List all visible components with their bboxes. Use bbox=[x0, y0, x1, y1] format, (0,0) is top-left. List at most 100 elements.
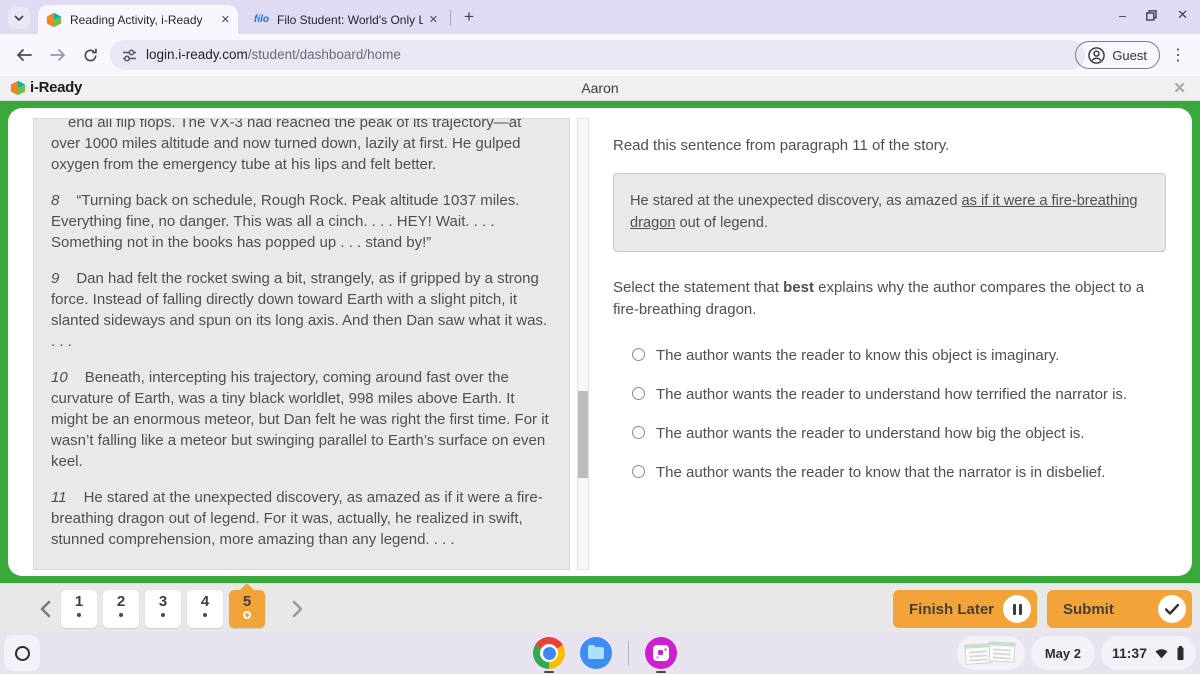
tune-icon[interactable] bbox=[122, 48, 137, 63]
person-icon bbox=[1088, 46, 1106, 64]
browser-menu-button[interactable]: ⋮ bbox=[1168, 42, 1188, 68]
page-dot bbox=[203, 612, 207, 617]
activity-close-icon[interactable]: ✕ bbox=[1173, 79, 1186, 97]
date-pill[interactable]: May 2 bbox=[1030, 636, 1095, 670]
radio-button[interactable] bbox=[632, 387, 645, 400]
next-page-button[interactable] bbox=[284, 594, 310, 624]
story-paragraph: end all flip flops. The VX-3 had reached… bbox=[51, 118, 552, 175]
quote-text: out of legend. bbox=[675, 214, 768, 231]
paragraph-number: 10 bbox=[51, 369, 68, 386]
chevron-down-icon bbox=[14, 15, 24, 21]
guest-label: Guest bbox=[1112, 47, 1147, 63]
action-buttons: Finish Later Submit bbox=[893, 590, 1192, 628]
activity-card: end all flip flops. The VX-3 had reached… bbox=[8, 108, 1192, 576]
chrome-app-button[interactable] bbox=[533, 637, 565, 673]
paragraph-number: 9 bbox=[51, 270, 60, 287]
status-area: May 2 11:37 bbox=[956, 636, 1196, 670]
tab-search-button[interactable] bbox=[8, 7, 30, 29]
radio-button[interactable] bbox=[632, 348, 645, 361]
browser-toolbar: login.i-ready.com/student/dashboard/home… bbox=[0, 34, 1200, 76]
story-panel[interactable]: end all flip flops. The VX-3 had reached… bbox=[33, 118, 570, 570]
gallery-app-button[interactable] bbox=[645, 637, 677, 673]
reload-button[interactable] bbox=[78, 43, 102, 67]
chevron-right-icon bbox=[292, 600, 302, 617]
files-app-button[interactable] bbox=[580, 637, 612, 669]
launcher-icon bbox=[14, 645, 30, 661]
page-dot bbox=[77, 612, 81, 617]
restore-button[interactable] bbox=[1146, 9, 1157, 21]
scrollbar-thumb[interactable] bbox=[578, 391, 588, 478]
url-bar[interactable]: login.i-ready.com/student/dashboard/home bbox=[110, 40, 1085, 70]
guest-profile-button[interactable]: Guest bbox=[1075, 41, 1160, 69]
page-button-2[interactable]: 2 bbox=[103, 589, 139, 628]
page-button-5-active[interactable]: 5 bbox=[229, 589, 265, 628]
screenshot-thumbnail[interactable] bbox=[956, 636, 1025, 670]
iready-favicon-icon bbox=[46, 12, 62, 28]
story-paragraph: 9 Dan had felt the rocket swing a bit, st… bbox=[51, 268, 552, 352]
minimize-button[interactable]: – bbox=[1119, 8, 1126, 23]
page-dot bbox=[243, 610, 251, 619]
system-tray[interactable]: 11:37 bbox=[1100, 636, 1196, 670]
running-indicator bbox=[544, 671, 554, 673]
time-label: 11:37 bbox=[1111, 645, 1147, 661]
submit-button[interactable]: Submit bbox=[1047, 590, 1192, 628]
answer-option-3[interactable]: The author wants the reader to understan… bbox=[613, 423, 1170, 444]
thumbnail-sheet bbox=[988, 641, 1016, 663]
activity-frame: end all flip flops. The VX-3 had reached… bbox=[0, 101, 1200, 583]
tab-reading-activity[interactable]: Reading Activity, i-Ready ✕ bbox=[38, 5, 238, 34]
running-indicator bbox=[656, 671, 666, 673]
new-tab-button[interactable]: + bbox=[458, 6, 480, 28]
battery-icon bbox=[1176, 645, 1185, 661]
wifi-icon bbox=[1154, 647, 1169, 659]
quote-text: He stared at the unexpected discovery, a… bbox=[630, 193, 962, 209]
option-label: The author wants the reader to know that… bbox=[656, 464, 1106, 481]
tab-separator bbox=[450, 10, 451, 26]
page-button-3[interactable]: 3 bbox=[145, 589, 181, 628]
paragraph-text: end all flip flops. The VX-3 had reached… bbox=[51, 118, 522, 173]
date-label: May 2 bbox=[1044, 645, 1081, 661]
answer-option-2[interactable]: The author wants the reader to understan… bbox=[613, 384, 1170, 405]
browser-tab-strip: Reading Activity, i-Ready ✕ filo Filo St… bbox=[0, 0, 1200, 34]
iready-header: i-Ready Aaron ✕ bbox=[0, 76, 1200, 101]
question-emphasis: best bbox=[783, 279, 814, 296]
radio-button[interactable] bbox=[632, 426, 645, 439]
tab-filo-student[interactable]: filo Filo Student: World's Only Live ✕ bbox=[246, 5, 446, 34]
answer-option-4[interactable]: The author wants the reader to know that… bbox=[613, 462, 1170, 483]
page-button-4[interactable]: 4 bbox=[187, 589, 223, 628]
close-window-button[interactable]: ✕ bbox=[1177, 7, 1188, 23]
page-dot bbox=[161, 612, 165, 617]
option-label: The author wants the reader to know this… bbox=[656, 347, 1060, 364]
story-text: end all flip flops. The VX-3 had reached… bbox=[34, 118, 569, 550]
story-paragraph: 10 Beneath, intercepting his trajectory, … bbox=[51, 367, 552, 472]
tab-title: Reading Activity, i-Ready bbox=[70, 12, 203, 27]
answer-options: The author wants the reader to know this… bbox=[613, 345, 1170, 483]
option-label: The author wants the reader to understan… bbox=[656, 425, 1085, 442]
paragraph-text: Dan had felt the rocket swing a bit, str… bbox=[51, 270, 548, 350]
files-icon bbox=[580, 637, 612, 669]
forward-button[interactable] bbox=[46, 43, 70, 67]
paragraph-number: 8 bbox=[51, 192, 60, 209]
activity-navbar: 1 2 3 4 5 Finish Later Submit bbox=[0, 583, 1200, 632]
back-button[interactable] bbox=[12, 43, 36, 67]
question-panel: Read this sentence from paragraph 11 of … bbox=[589, 108, 1192, 576]
launcher-button[interactable] bbox=[4, 635, 40, 671]
student-name: Aaron bbox=[581, 80, 619, 96]
tab-title: Filo Student: World's Only Live bbox=[277, 12, 423, 27]
chrome-icon bbox=[533, 637, 565, 669]
tab-close-icon[interactable]: ✕ bbox=[221, 13, 230, 26]
radio-button[interactable] bbox=[632, 465, 645, 478]
url-path: /student/dashboard/home bbox=[247, 47, 401, 62]
paragraph-text: He stared at the unexpected discovery, a… bbox=[51, 489, 543, 548]
chevron-left-icon bbox=[40, 600, 50, 617]
page-button-1[interactable]: 1 bbox=[61, 589, 97, 628]
story-paragraph: 8 “Turning back on schedule, Rough Rock. … bbox=[51, 190, 552, 253]
quote-box: He stared at the unexpected discovery, a… bbox=[613, 173, 1166, 252]
story-scrollbar[interactable] bbox=[577, 118, 589, 570]
answer-option-1[interactable]: The author wants the reader to know this… bbox=[613, 345, 1170, 366]
tab-close-icon[interactable]: ✕ bbox=[429, 13, 438, 26]
gallery-icon bbox=[645, 637, 677, 669]
finish-later-button[interactable]: Finish Later bbox=[893, 590, 1037, 628]
pause-icon bbox=[1003, 595, 1031, 623]
thumbnail-sheet bbox=[964, 643, 992, 665]
prev-page-button[interactable] bbox=[32, 594, 58, 624]
